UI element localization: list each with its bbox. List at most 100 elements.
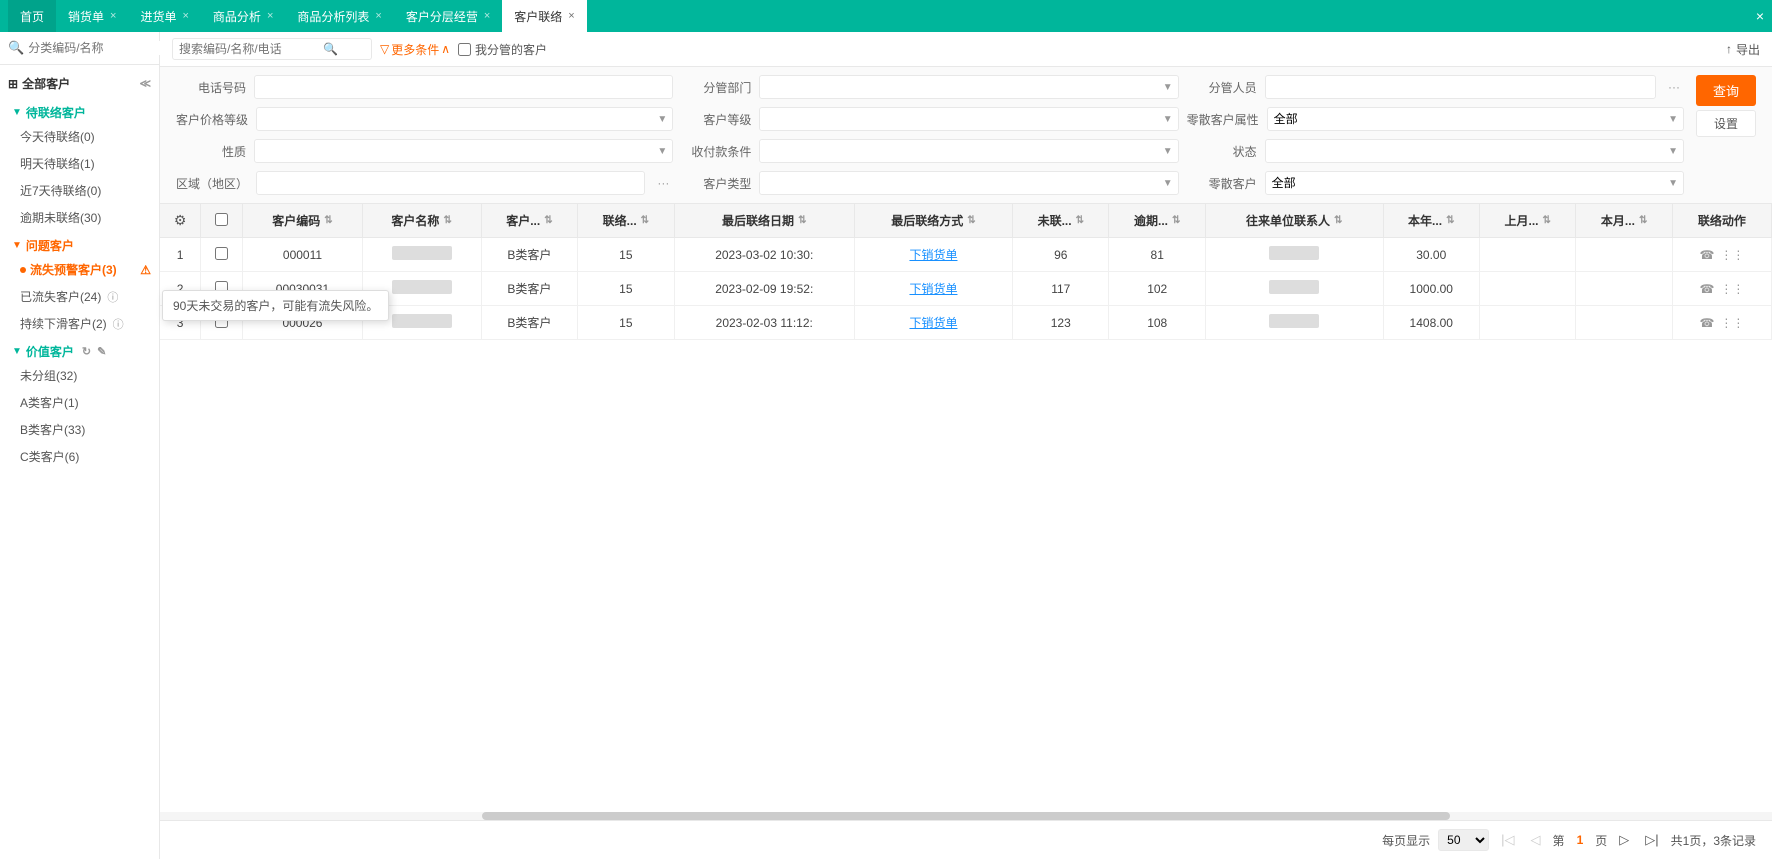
sort-type-icon[interactable]: ⇅	[544, 215, 552, 226]
region-input[interactable]	[256, 171, 645, 195]
payment-select[interactable]	[759, 139, 1178, 163]
cell-overdue: 108	[1109, 306, 1205, 340]
table-row: 3 000026 B类客户 15 2023-02-03 11:12: 下销货单 …	[160, 306, 1772, 340]
next-page-btn[interactable]: ▷	[1615, 830, 1633, 850]
tab-sales[interactable]: 销货单 ×	[56, 0, 128, 32]
sidebar-item-lost[interactable]: 已流失客户(24) ⓘ	[0, 283, 159, 310]
action-more-icon[interactable]: ⋮⋮	[1720, 282, 1744, 296]
sort-this-month-icon[interactable]: ⇅	[1639, 215, 1647, 226]
close-tab-sales[interactable]: ×	[110, 10, 116, 22]
action-more-icon[interactable]: ⋮⋮	[1720, 248, 1744, 262]
warning-icon: ⚠	[140, 263, 151, 277]
last-method-link[interactable]: 下销货单	[909, 282, 957, 296]
dept-select[interactable]	[759, 75, 1178, 99]
sort-overdue-icon[interactable]: ⇅	[1172, 215, 1180, 226]
action-more-icon[interactable]: ⋮⋮	[1720, 316, 1744, 330]
tab-analysis-list[interactable]: 商品分析列表 ×	[285, 0, 393, 32]
horizontal-scrollbar[interactable]	[160, 812, 1772, 820]
nature-select[interactable]	[254, 139, 673, 163]
first-page-btn[interactable]: |◁	[1497, 830, 1518, 850]
last-method-link[interactable]: 下销货单	[909, 248, 957, 262]
settings-button[interactable]: 设置	[1696, 110, 1756, 137]
more-conditions-btn[interactable]: ▽ 更多条件 ∧	[380, 41, 450, 58]
search-input[interactable]	[179, 42, 319, 56]
retail-customer-select[interactable]: 全部	[1265, 171, 1684, 195]
filter-region: 区域（地区） ···	[176, 171, 673, 195]
my-customers-checkbox[interactable]	[458, 43, 471, 56]
sort-contact-icon[interactable]: ⇅	[641, 215, 649, 226]
cell-actions: ☎ ⋮⋮	[1672, 306, 1771, 340]
sort-name-icon[interactable]: ⇅	[443, 215, 451, 226]
info-icon: ⓘ	[107, 289, 118, 305]
refresh-icon[interactable]: ↻	[82, 345, 91, 358]
region-dots-btn[interactable]: ···	[653, 176, 673, 190]
sidebar-item-lost-warning[interactable]: 流失预警客户(3) ⚠	[0, 256, 159, 283]
close-tab-analysis[interactable]: ×	[267, 10, 273, 22]
all-customers-header[interactable]: ⊞ 全部客户 ≪	[0, 69, 159, 98]
column-settings-button[interactable]: ⚙	[174, 212, 187, 229]
sidebar-item-class-b[interactable]: B类客户(33)	[0, 416, 159, 443]
sidebar-item-today-contact[interactable]: 今天待联络(0)	[0, 123, 159, 150]
export-button[interactable]: ↑ 导出	[1726, 41, 1760, 58]
action-phone-icon[interactable]: ☎	[1699, 282, 1714, 296]
sort-uncontacted-icon[interactable]: ⇅	[1076, 215, 1084, 226]
last-method-link[interactable]: 下销货单	[909, 316, 957, 330]
sort-code-icon[interactable]: ⇅	[324, 215, 332, 226]
manager-input[interactable]	[1265, 75, 1656, 99]
scrollbar-thumb[interactable]	[482, 812, 1449, 820]
action-phone-icon[interactable]: ☎	[1699, 248, 1714, 262]
close-tab-customer-contact[interactable]: ×	[568, 10, 574, 22]
last-page-btn[interactable]: ▷|	[1641, 830, 1662, 850]
tab-customer-contact[interactable]: 客户联络 ×	[502, 0, 586, 32]
filter-price-grade: 客户价格等级 ▼	[176, 107, 673, 131]
section-valued[interactable]: ▼ 价值客户 ↻ ✎	[0, 337, 159, 362]
tab-purchase[interactable]: 进货单 ×	[128, 0, 200, 32]
collapse-icon[interactable]: ≪	[139, 77, 151, 90]
close-tab-customer-tier[interactable]: ×	[484, 10, 490, 22]
my-customers-checkbox-wrap: 我分管的客户	[458, 41, 547, 58]
tab-home[interactable]: 首页	[8, 0, 56, 32]
sort-unit-contact-icon[interactable]: ⇅	[1334, 215, 1342, 226]
sort-last-month-icon[interactable]: ⇅	[1543, 215, 1551, 226]
sidebar-item-class-c[interactable]: C类客户(6)	[0, 443, 159, 470]
row-checkbox[interactable]	[215, 247, 228, 260]
content-area: 🔍 ▽ 更多条件 ∧ 我分管的客户 ↑ 导出	[160, 32, 1772, 859]
price-grade-select[interactable]	[256, 107, 673, 131]
query-button[interactable]: 查询	[1696, 75, 1756, 106]
select-all-checkbox[interactable]	[215, 213, 228, 226]
th-checkbox	[201, 204, 243, 238]
action-phone-icon[interactable]: ☎	[1699, 316, 1714, 330]
sort-this-year-icon[interactable]: ⇅	[1446, 215, 1454, 226]
edit-icon[interactable]: ✎	[97, 345, 106, 358]
sidebar-item-ungrouped[interactable]: 未分组(32)	[0, 362, 159, 389]
per-page-select[interactable]: 50 10 20 100	[1438, 829, 1489, 851]
search-button[interactable]: 🔍	[323, 42, 338, 56]
close-tab-analysis-list[interactable]: ×	[375, 10, 381, 22]
cell-index: 1	[160, 238, 201, 272]
close-tab-purchase[interactable]: ×	[182, 10, 188, 22]
sidebar-item-class-a[interactable]: A类客户(1)	[0, 389, 159, 416]
sort-last-method-icon[interactable]: ⇅	[967, 215, 975, 226]
prev-page-btn[interactable]: ◁	[1527, 830, 1545, 850]
section-pending[interactable]: ▼ 待联络客户	[0, 98, 159, 123]
sidebar-item-7day-contact[interactable]: 近7天待联络(0)	[0, 177, 159, 204]
table-area: ⚙ 客户编码 ⇅ 客户名称	[160, 204, 1772, 812]
manager-dots-btn[interactable]: ···	[1664, 80, 1684, 94]
close-all-tabs[interactable]: ×	[1756, 8, 1764, 24]
cell-this-year: 1408.00	[1383, 306, 1479, 340]
customer-grade-select[interactable]	[759, 107, 1178, 131]
phone-label: 电话号码	[176, 79, 246, 96]
sidebar-item-tomorrow-contact[interactable]: 明天待联络(1)	[0, 150, 159, 177]
status-select-wrap: ▼	[1265, 139, 1684, 163]
section-problem[interactable]: ▼ 问题客户	[0, 231, 159, 256]
customer-type-select[interactable]	[759, 171, 1178, 195]
retail-attr-select[interactable]: 全部	[1267, 107, 1684, 131]
status-select[interactable]	[1265, 139, 1684, 163]
sidebar-item-overdue-contact[interactable]: 逾期未联络(30)	[0, 204, 159, 231]
tab-analysis[interactable]: 商品分析 ×	[201, 0, 285, 32]
sidebar-item-declining[interactable]: 持续下滑客户(2) ⓘ	[0, 310, 159, 337]
th-overdue: 逾期... ⇅	[1109, 204, 1205, 238]
phone-input[interactable]	[254, 75, 673, 99]
tab-customer-tier[interactable]: 客户分层经营 ×	[394, 0, 502, 32]
sort-last-date-icon[interactable]: ⇅	[798, 215, 806, 226]
